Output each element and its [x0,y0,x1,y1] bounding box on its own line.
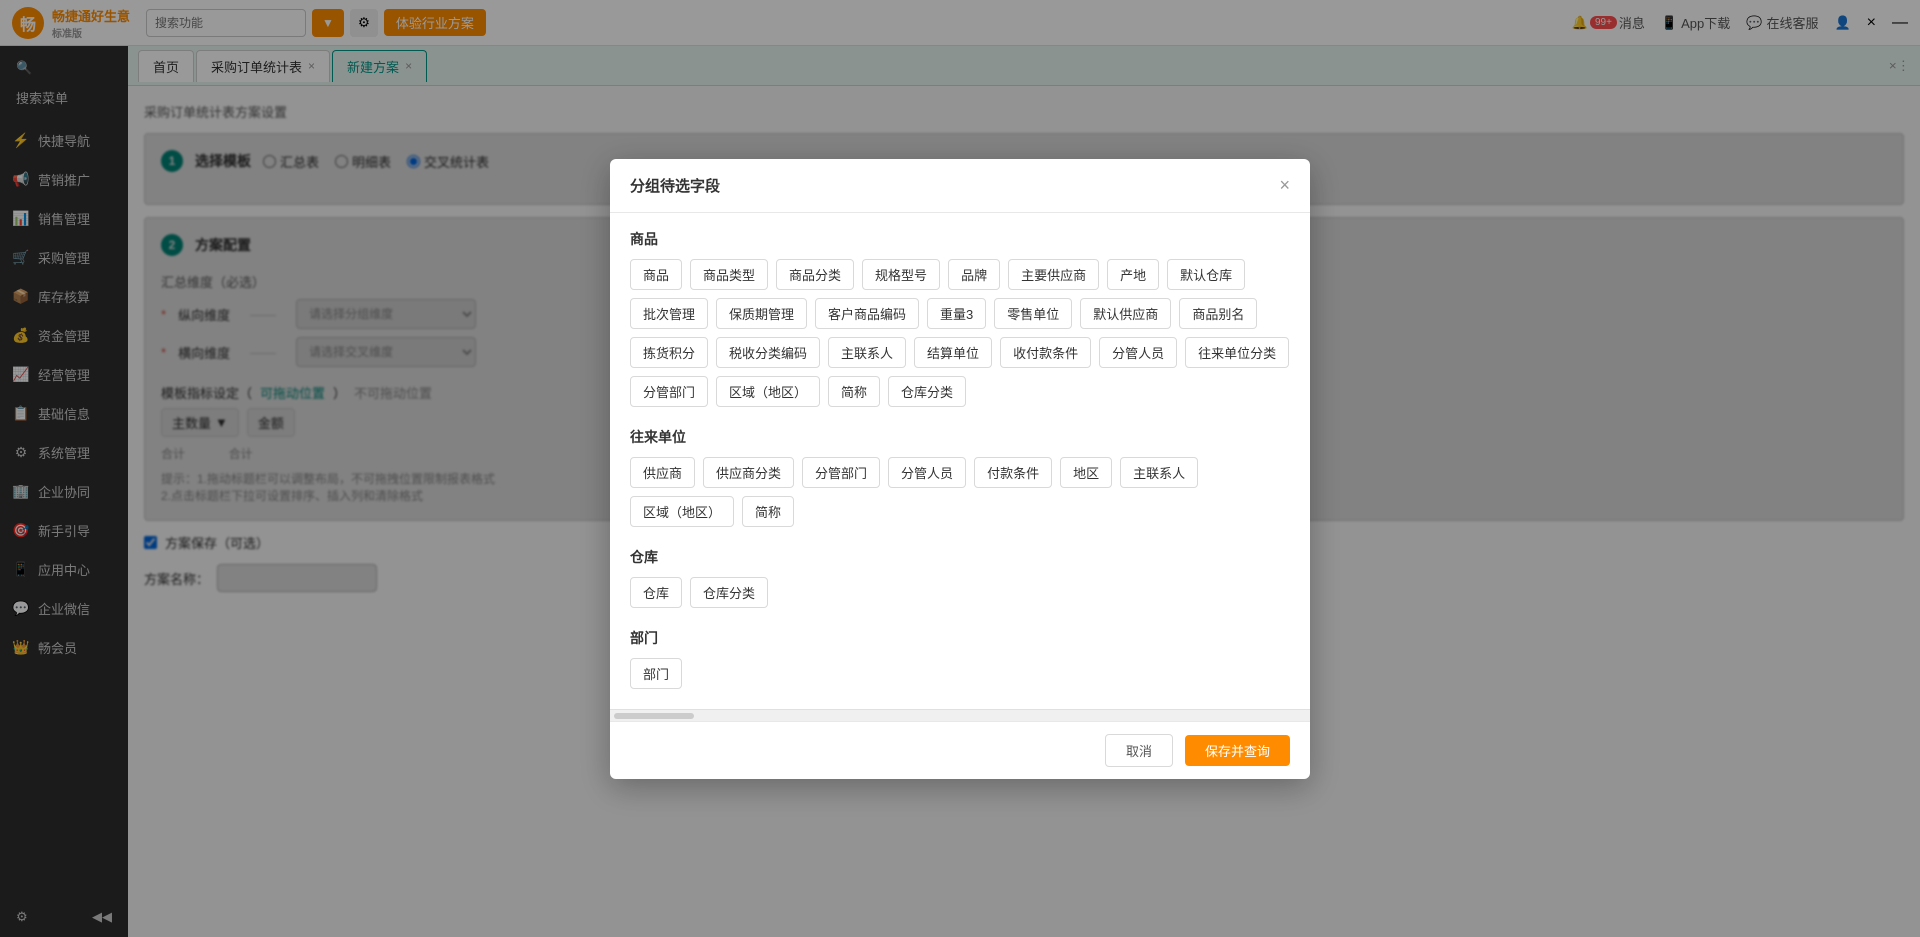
field-btn-收付款条件[interactable]: 收付款条件 [1000,337,1091,368]
fields-grid-product: 商品商品类型商品分类规格型号品牌主要供应商产地默认仓库批次管理保质期管理客户商品… [630,259,1290,407]
modal-dialog: 分组待选字段 × 商品商品商品类型商品分类规格型号品牌主要供应商产地默认仓库批次… [610,159,1310,779]
field-btn-分管部门[interactable]: 分管部门 [802,457,880,488]
field-btn-简称[interactable]: 简称 [828,376,880,407]
field-btn-分管人员[interactable]: 分管人员 [1099,337,1177,368]
field-btn-商品类型[interactable]: 商品类型 [690,259,768,290]
field-btn-地区[interactable]: 地区 [1060,457,1112,488]
field-btn-规格型号[interactable]: 规格型号 [862,259,940,290]
modal-header: 分组待选字段 × [610,159,1310,213]
fields-grid-warehouse: 仓库仓库分类 [630,577,1290,608]
field-btn-付款条件[interactable]: 付款条件 [974,457,1052,488]
field-btn-客户商品编码[interactable]: 客户商品编码 [815,298,919,329]
field-btn-产地[interactable]: 产地 [1107,259,1159,290]
field-btn-商品分类[interactable]: 商品分类 [776,259,854,290]
modal-close-button[interactable]: × [1279,175,1290,196]
field-btn-保质期管理[interactable]: 保质期管理 [716,298,807,329]
field-section-department: 部门部门 [630,628,1290,689]
field-btn-品牌[interactable]: 品牌 [948,259,1000,290]
cancel-button[interactable]: 取消 [1105,734,1173,767]
field-btn-零售单位[interactable]: 零售单位 [994,298,1072,329]
modal-hscroll[interactable] [610,709,1310,721]
field-btn-税收分类编码[interactable]: 税收分类编码 [716,337,820,368]
field-btn-仓库分类[interactable]: 仓库分类 [690,577,768,608]
field-btn-默认供应商[interactable]: 默认供应商 [1080,298,1171,329]
modal-body: 商品商品商品类型商品分类规格型号品牌主要供应商产地默认仓库批次管理保质期管理客户… [610,213,1310,709]
field-btn-往来单位分类[interactable]: 往来单位分类 [1185,337,1289,368]
field-btn-简称[interactable]: 简称 [742,496,794,527]
field-btn-分管人员[interactable]: 分管人员 [888,457,966,488]
fields-grid-department: 部门 [630,658,1290,689]
field-btn-供应商[interactable]: 供应商 [630,457,695,488]
field-btn-商品[interactable]: 商品 [630,259,682,290]
field-btn-分管部门[interactable]: 分管部门 [630,376,708,407]
fields-grid-partner: 供应商供应商分类分管部门分管人员付款条件地区主联系人区域（地区） 简称 [630,457,1290,527]
field-btn-默认仓库[interactable]: 默认仓库 [1167,259,1245,290]
field-btn-主要供应商[interactable]: 主要供应商 [1008,259,1099,290]
field-btn-区域（地区）[interactable]: 区域（地区） [630,496,734,527]
field-btn-商品别名[interactable]: 商品别名 [1179,298,1257,329]
save-and-query-button[interactable]: 保存并查询 [1185,735,1290,766]
field-btn-主联系人[interactable]: 主联系人 [1120,457,1198,488]
modal-overlay: 分组待选字段 × 商品商品商品类型商品分类规格型号品牌主要供应商产地默认仓库批次… [0,0,1920,937]
modal-title: 分组待选字段 [630,175,720,196]
field-btn-部门[interactable]: 部门 [630,658,682,689]
field-btn-供应商分类[interactable]: 供应商分类 [703,457,794,488]
section-title-department: 部门 [630,628,1290,648]
field-section-product: 商品商品商品类型商品分类规格型号品牌主要供应商产地默认仓库批次管理保质期管理客户… [630,229,1290,407]
section-title-warehouse: 仓库 [630,547,1290,567]
field-btn-主联系人[interactable]: 主联系人 [828,337,906,368]
field-btn-仓库分类[interactable]: 仓库分类 [888,376,966,407]
field-btn-结算单位[interactable]: 结算单位 [914,337,992,368]
section-title-product: 商品 [630,229,1290,249]
field-section-partner: 往来单位供应商供应商分类分管部门分管人员付款条件地区主联系人区域（地区） 简称 [630,427,1290,527]
modal-footer: 取消 保存并查询 [610,721,1310,779]
field-btn-批次管理[interactable]: 批次管理 [630,298,708,329]
field-btn-区域（地区）[interactable]: 区域（地区） [716,376,820,407]
section-title-partner: 往来单位 [630,427,1290,447]
field-section-warehouse: 仓库仓库仓库分类 [630,547,1290,608]
field-btn-仓库[interactable]: 仓库 [630,577,682,608]
field-btn-拣货积分[interactable]: 拣货积分 [630,337,708,368]
field-btn-重量3[interactable]: 重量3 [927,298,986,329]
